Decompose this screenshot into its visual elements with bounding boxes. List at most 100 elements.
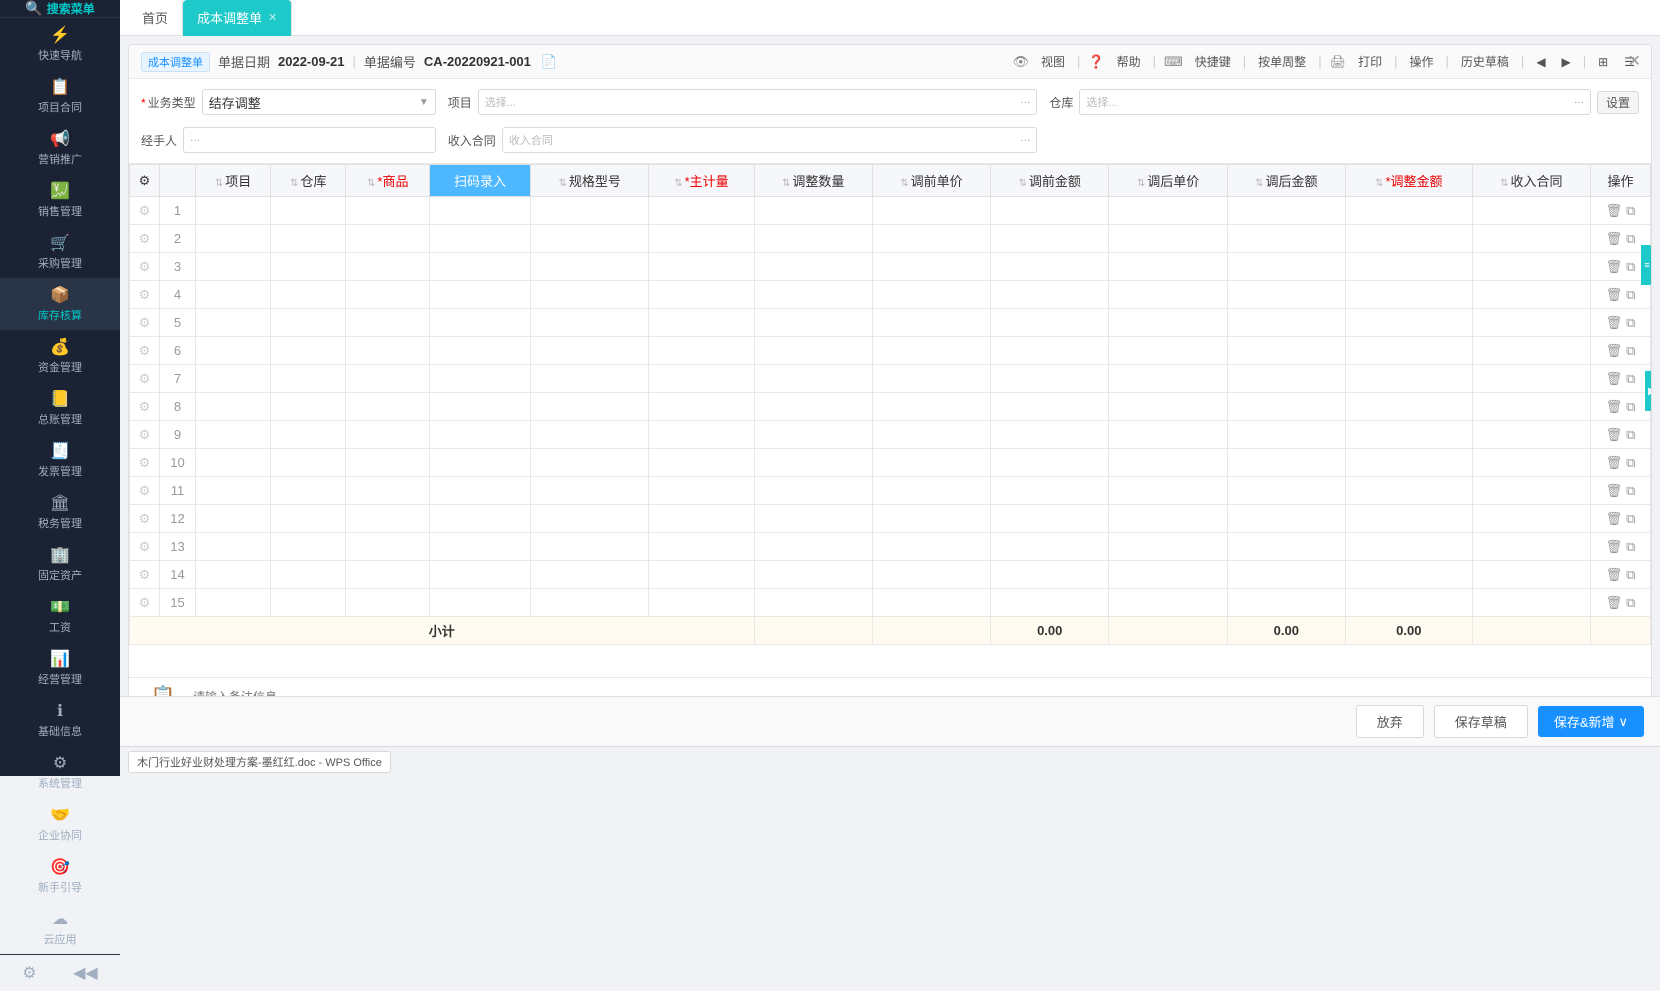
sidebar-item-general-ledger[interactable]: 📒 总账管理: [0, 382, 120, 434]
biz-type-input[interactable]: 结存调整 ▼: [202, 89, 436, 115]
before-price-cell[interactable]: [872, 225, 990, 253]
adjust-amt-cell[interactable]: [1345, 365, 1472, 393]
warehouse-cell[interactable]: [271, 393, 346, 421]
income-contract-cell[interactable]: [1472, 477, 1590, 505]
income-contract-cell[interactable]: [1472, 309, 1590, 337]
sidebar-item-purchase-mgmt[interactable]: 🛒 采购管理: [0, 226, 120, 278]
warehouse-cell[interactable]: [271, 477, 346, 505]
unit-cell[interactable]: [649, 365, 754, 393]
goods-cell[interactable]: [346, 561, 430, 589]
adjust-amt-cell[interactable]: [1345, 533, 1472, 561]
delete-icon[interactable]: 🗑: [1606, 399, 1623, 414]
row-settings-cell[interactable]: ⚙: [130, 197, 160, 225]
income-contract-input[interactable]: 收入合同 ···: [502, 127, 1038, 153]
after-amt-cell[interactable]: [1227, 309, 1345, 337]
after-price-cell[interactable]: [1109, 533, 1227, 561]
project-input[interactable]: 选择... ···: [478, 89, 1038, 115]
sidebar-item-corp-collab[interactable]: 🤝 企业协同: [0, 798, 120, 850]
table-area[interactable]: ⚙ ⇅项目 ⇅仓库 ⇅*商品 扫码录入 ⇅规格型号 ⇅*主计量 ⇅调整数量 ⇅调…: [129, 164, 1651, 677]
copy-icon[interactable]: ⧉: [1626, 343, 1635, 358]
sidebar-logo[interactable]: 🔍 搜索菜单: [0, 0, 120, 18]
unit-cell[interactable]: [649, 281, 754, 309]
after-price-cell[interactable]: [1109, 589, 1227, 617]
delete-icon[interactable]: 🗑: [1606, 231, 1623, 246]
project-cell[interactable]: [196, 309, 271, 337]
side-collapse-handle[interactable]: ▶: [1645, 371, 1652, 411]
copy-icon[interactable]: ⧉: [1626, 259, 1635, 274]
row-settings-cell[interactable]: ⚙: [130, 337, 160, 365]
tab-cost-adjust[interactable]: 成本调整单 ✕: [183, 0, 292, 36]
unit-cell[interactable]: [649, 337, 754, 365]
before-amt-cell[interactable]: [991, 421, 1109, 449]
copy-icon[interactable]: ⧉: [1626, 315, 1635, 330]
spec-cell[interactable]: [531, 365, 649, 393]
after-price-cell[interactable]: [1109, 309, 1227, 337]
adjust-amt-cell[interactable]: [1345, 225, 1472, 253]
after-amt-cell[interactable]: [1227, 477, 1345, 505]
unit-cell[interactable]: [649, 253, 754, 281]
after-price-cell[interactable]: [1109, 253, 1227, 281]
copy-icon[interactable]: ⧉: [1626, 231, 1635, 246]
after-amt-cell[interactable]: [1227, 253, 1345, 281]
unit-cell[interactable]: [649, 505, 754, 533]
unit-cell[interactable]: [649, 589, 754, 617]
col-header-income-contract[interactable]: ⇅收入合同: [1472, 165, 1590, 197]
sidebar-item-payroll[interactable]: 💵 工资: [0, 590, 120, 642]
goods-cell[interactable]: [346, 253, 430, 281]
before-amt-cell[interactable]: [991, 337, 1109, 365]
unit-cell[interactable]: [649, 421, 754, 449]
row-settings-cell[interactable]: ⚙: [130, 253, 160, 281]
goods-cell[interactable]: [346, 393, 430, 421]
qty-cell[interactable]: [754, 197, 872, 225]
copy-icon[interactable]: ⧉: [1626, 511, 1635, 526]
qty-cell[interactable]: [754, 421, 872, 449]
income-contract-cell[interactable]: [1472, 393, 1590, 421]
warehouse-cell[interactable]: [271, 337, 346, 365]
delete-icon[interactable]: 🗑: [1606, 343, 1623, 358]
copy-icon[interactable]: ⧉: [1626, 595, 1635, 610]
goods-cell[interactable]: [346, 365, 430, 393]
copy-icon[interactable]: ⧉: [1626, 203, 1635, 218]
adjust-amt-cell[interactable]: [1345, 253, 1472, 281]
col-header-goods[interactable]: ⇅*商品: [346, 165, 430, 197]
col-header-settings[interactable]: ⚙: [130, 165, 160, 197]
after-price-cell[interactable]: [1109, 393, 1227, 421]
after-amt-cell[interactable]: [1227, 197, 1345, 225]
income-contract-cell[interactable]: [1472, 197, 1590, 225]
scan-cell[interactable]: [430, 225, 531, 253]
unit-cell[interactable]: [649, 533, 754, 561]
copy-icon[interactable]: ⧉: [1626, 567, 1635, 582]
spec-cell[interactable]: [531, 197, 649, 225]
qty-cell[interactable]: [754, 561, 872, 589]
row-settings-cell[interactable]: ⚙: [130, 561, 160, 589]
delete-icon[interactable]: 🗑: [1606, 511, 1623, 526]
warehouse-cell[interactable]: [271, 589, 346, 617]
project-cell[interactable]: [196, 197, 271, 225]
project-cell[interactable]: [196, 225, 271, 253]
unit-cell[interactable]: [649, 197, 754, 225]
before-amt-cell[interactable]: [991, 253, 1109, 281]
warehouse-cell[interactable]: [271, 449, 346, 477]
adjust-amt-cell[interactable]: [1345, 281, 1472, 309]
sidebar-item-new-guide[interactable]: 🎯 新手引导: [0, 850, 120, 902]
row-settings-cell[interactable]: ⚙: [130, 533, 160, 561]
qty-cell[interactable]: [754, 477, 872, 505]
goods-cell[interactable]: [346, 533, 430, 561]
after-amt-cell[interactable]: [1227, 449, 1345, 477]
goods-cell[interactable]: [346, 197, 430, 225]
warehouse-cell[interactable]: [271, 365, 346, 393]
after-amt-cell[interactable]: [1227, 505, 1345, 533]
spec-cell[interactable]: [531, 393, 649, 421]
before-amt-cell[interactable]: [991, 533, 1109, 561]
col-header-project[interactable]: ⇅项目: [196, 165, 271, 197]
delete-icon[interactable]: 🗑: [1606, 539, 1623, 554]
sidebar-item-capital-mgmt[interactable]: 💰 资金管理: [0, 330, 120, 382]
project-cell[interactable]: [196, 449, 271, 477]
warehouse-cell[interactable]: [271, 225, 346, 253]
qty-cell[interactable]: [754, 449, 872, 477]
copy-icon[interactable]: ⧉: [1626, 455, 1635, 470]
income-contract-cell[interactable]: [1472, 225, 1590, 253]
right-shortcut-handle[interactable]: ≡: [1641, 245, 1652, 285]
before-amt-cell[interactable]: [991, 449, 1109, 477]
income-contract-cell[interactable]: [1472, 589, 1590, 617]
